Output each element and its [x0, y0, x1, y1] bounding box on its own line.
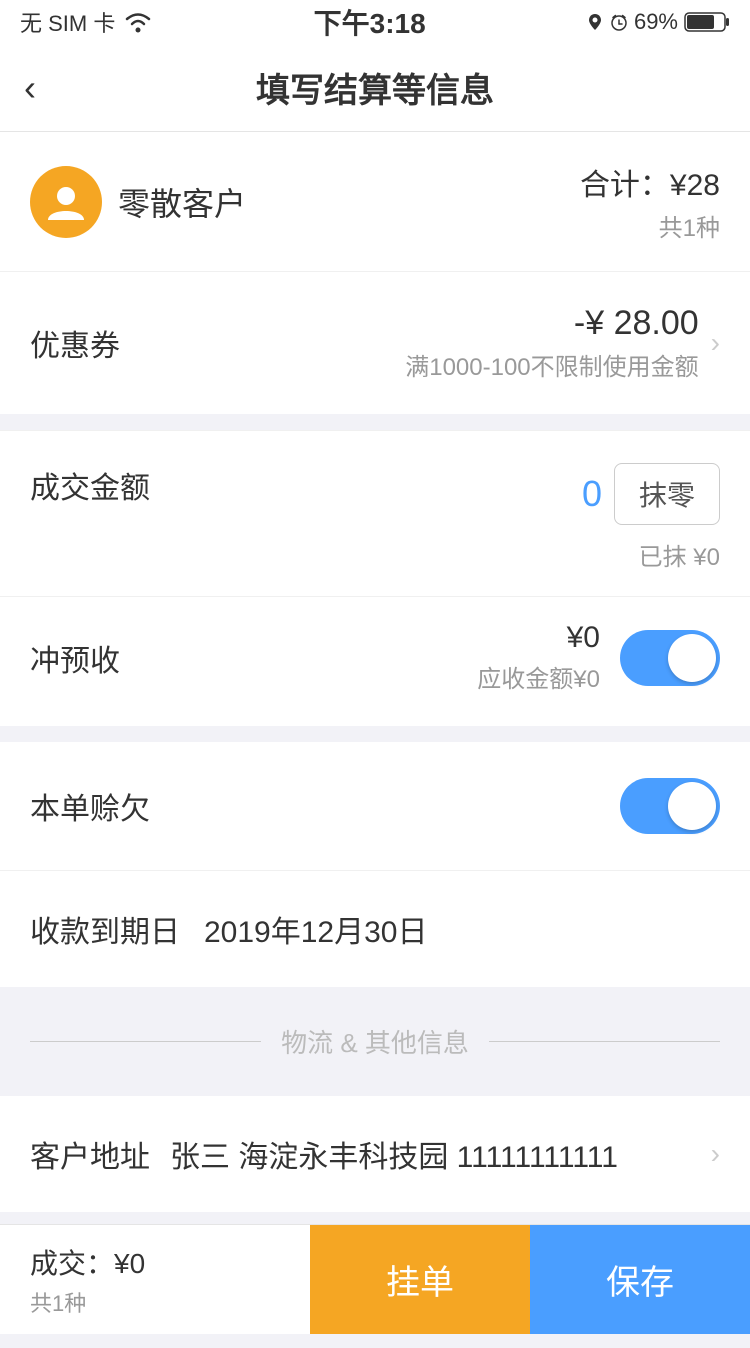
- save-button[interactable]: 保存: [530, 1225, 750, 1334]
- debt-section: 本单赊欠 收款到期日 2019年12月30日: [0, 742, 750, 987]
- bottom-deal-text: 成交：: [30, 1248, 114, 1279]
- prepay-label: 冲预收: [30, 636, 120, 680]
- deal-section: 成交金额 0 抹零 已抹 ¥0 冲预收 ¥0 应收金额¥0: [0, 430, 750, 726]
- debt-row: 本单赊欠: [0, 742, 750, 870]
- status-time: 下午3:18: [314, 2, 426, 42]
- bottom-summary: 成交：¥0 共1种: [0, 1225, 310, 1334]
- due-date-value: 2019年12月30日: [204, 907, 427, 951]
- coupon-label: 优惠券: [30, 321, 120, 365]
- debt-label: 本单赊欠: [30, 784, 150, 828]
- bottom-deal-label: 成交：¥0: [30, 1242, 280, 1282]
- wifi-icon: [123, 11, 153, 33]
- hang-button[interactable]: 挂单: [310, 1225, 530, 1334]
- address-value: 张三 海淀永丰科技园 11111111111: [170, 1132, 711, 1176]
- total-count: 共1种: [580, 208, 720, 243]
- coupon-sub: 满1000-100不限制使用金额: [405, 347, 698, 382]
- hang-label: 挂单: [386, 1255, 454, 1304]
- due-date-label: 收款到期日: [30, 907, 180, 951]
- coupon-row[interactable]: 优惠券 -¥ 28.00 满1000-100不限制使用金额 ›: [0, 271, 750, 414]
- coupon-amount: -¥ 28.00: [405, 304, 698, 343]
- customer-info: 零散客户: [30, 166, 246, 238]
- coupon-value-wrap: -¥ 28.00 满1000-100不限制使用金额: [405, 304, 698, 382]
- status-bar: 无 SIM 卡 下午3:18 69%: [0, 0, 750, 44]
- battery-icon: [684, 11, 730, 33]
- deal-amount-row: 成交金额 0 抹零 已抹 ¥0: [0, 430, 750, 596]
- logistics-text: 物流 & 其他信息: [261, 1023, 489, 1060]
- address-section: 客户地址 张三 海淀永丰科技园 11111111111 ›: [0, 1096, 750, 1212]
- coupon-chevron-icon: ›: [711, 327, 720, 359]
- sim-status: 无 SIM 卡: [20, 6, 115, 38]
- deal-sub: 已抹 ¥0: [639, 537, 720, 572]
- bottom-bar: 成交：¥0 共1种 挂单 保存: [0, 1224, 750, 1334]
- coupon-right: -¥ 28.00 满1000-100不限制使用金额 ›: [405, 304, 720, 382]
- nav-bar: ‹ 填写结算等信息: [0, 44, 750, 132]
- prepay-main-amount: ¥0: [477, 621, 600, 655]
- status-right: 69%: [586, 9, 730, 35]
- status-left: 无 SIM 卡: [20, 6, 153, 38]
- customer-row: 零散客户 合计：¥28 共1种: [0, 132, 750, 271]
- prepay-amounts: ¥0 应收金额¥0: [477, 621, 600, 694]
- logistics-line-left: [30, 1041, 261, 1042]
- page-title: 填写结算等信息: [256, 63, 494, 112]
- logistics-line-right: [489, 1041, 720, 1042]
- back-button[interactable]: ‹: [24, 67, 36, 109]
- logistics-section: 物流 & 其他信息: [0, 1003, 750, 1096]
- alarm-icon: [610, 13, 628, 31]
- bottom-count: 共1种: [30, 1286, 280, 1318]
- address-label: 客户地址: [30, 1132, 150, 1176]
- avatar: [30, 166, 102, 238]
- deal-value[interactable]: 0: [562, 473, 602, 515]
- total-amount: 合计：¥28: [580, 160, 720, 204]
- round-button[interactable]: 抹零: [614, 463, 720, 525]
- customer-section: 零散客户 合计：¥28 共1种 优惠券 -¥ 28.00 满1000-100不限…: [0, 132, 750, 414]
- save-label: 保存: [606, 1255, 674, 1304]
- address-chevron-icon: ›: [711, 1138, 720, 1170]
- debt-toggle[interactable]: [620, 778, 720, 834]
- battery-percent: 69%: [634, 9, 678, 35]
- customer-name: 零散客户: [118, 179, 246, 225]
- deal-label: 成交金额: [30, 463, 150, 507]
- location-icon: [586, 13, 604, 31]
- deal-input-wrap: 0 抹零: [562, 463, 720, 525]
- prepay-row: 冲预收 ¥0 应收金额¥0: [0, 596, 750, 726]
- customer-total: 合计：¥28 共1种: [580, 160, 720, 243]
- prepay-right: ¥0 应收金额¥0: [477, 621, 720, 694]
- due-date-row[interactable]: 收款到期日 2019年12月30日: [0, 870, 750, 987]
- toggle-knob: [668, 634, 716, 682]
- prepay-toggle[interactable]: [620, 630, 720, 686]
- prepay-sub-amount: 应收金额¥0: [477, 659, 600, 694]
- debt-toggle-knob: [668, 782, 716, 830]
- logistics-divider: 物流 & 其他信息: [0, 1003, 750, 1080]
- bottom-deal-amount: ¥0: [114, 1248, 145, 1279]
- address-row[interactable]: 客户地址 张三 海淀永丰科技园 11111111111 ›: [0, 1096, 750, 1212]
